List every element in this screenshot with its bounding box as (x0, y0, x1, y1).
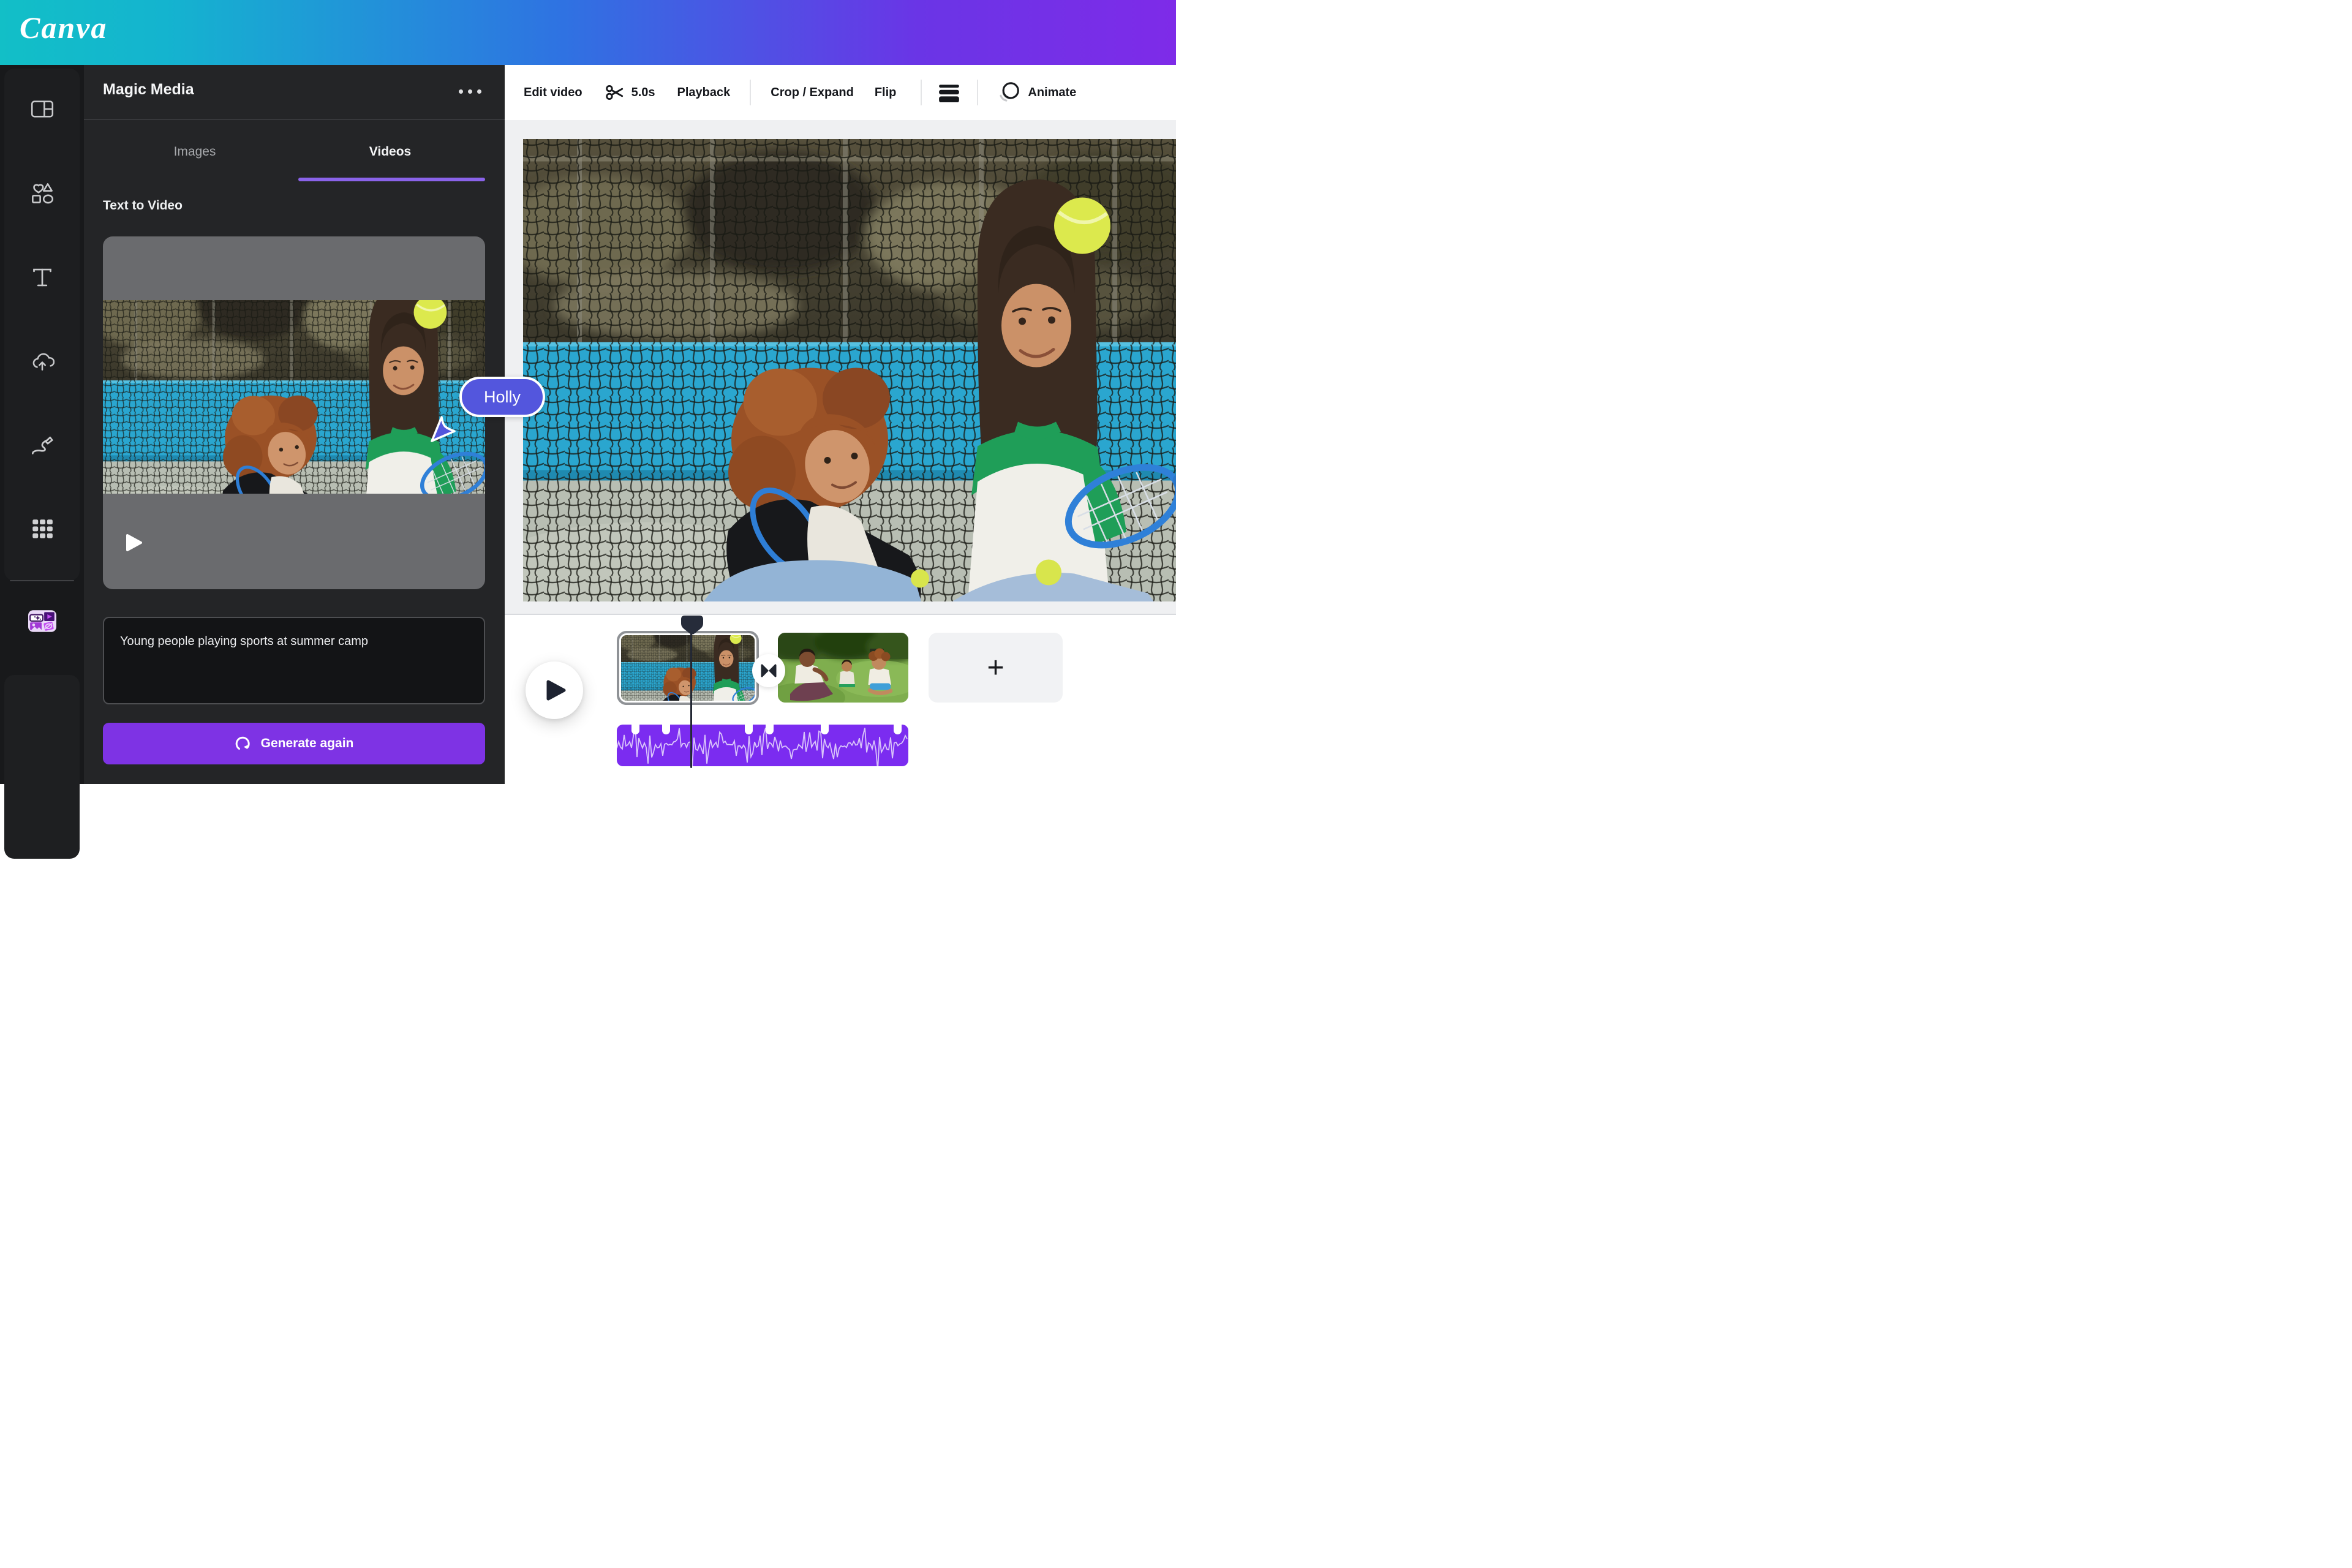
sidebar (0, 65, 84, 859)
timeline-clip-selected[interactable] (617, 631, 759, 705)
audio-waveform-path (617, 725, 908, 766)
elements-icon (31, 183, 53, 204)
timeline-play-button[interactable] (526, 662, 583, 719)
refresh-icon (235, 736, 250, 750)
sidebar-item-uploads[interactable] (0, 352, 84, 372)
editor-toolbar: Edit video 5.0s Playback Crop / Expand F… (505, 65, 1176, 120)
sidebar-item-elements[interactable] (0, 183, 84, 205)
more-options-icon[interactable] (459, 89, 481, 94)
timeline-clip[interactable] (778, 633, 908, 703)
generate-again-label: Generate again (260, 736, 354, 750)
prompt-input[interactable]: Young people playing sports at summer ca… (103, 617, 485, 704)
crop-expand-button[interactable]: Crop / Expand (771, 86, 854, 100)
magic-media-panel: Magic Media Images Videos Text to Video … (84, 65, 505, 784)
add-clip-button[interactable]: + (929, 633, 1063, 703)
edit-video-button[interactable]: Edit video (524, 86, 582, 100)
text-icon (32, 268, 51, 287)
timeline: + (505, 615, 1176, 784)
magic-media-app-icon (28, 610, 56, 632)
position-button[interactable] (938, 83, 961, 102)
design-icon (31, 100, 53, 118)
canvas-area (505, 120, 1176, 615)
arrange-bars-icon (939, 85, 960, 102)
canva-logo[interactable]: Canva (20, 10, 107, 45)
sidebar-item-magic-media[interactable] (0, 610, 84, 632)
toolbar-divider (977, 80, 979, 105)
apps-grid-icon (32, 519, 53, 538)
sidebar-bottom-group (4, 675, 80, 859)
audio-gap-marker (766, 723, 774, 734)
clip-duration-label: 5.0s (631, 85, 655, 99)
playhead-pin[interactable] (680, 615, 704, 640)
draw-icon (31, 436, 53, 454)
sidebar-item-design[interactable] (0, 99, 84, 119)
sidebar-item-apps[interactable] (0, 518, 84, 540)
generate-again-button[interactable]: Generate again (103, 723, 485, 764)
generated-video-preview[interactable] (103, 236, 485, 589)
clip-thumbnail (621, 635, 755, 701)
panel-tabs: Images Videos (84, 121, 505, 190)
sidebar-divider (10, 580, 74, 581)
section-title: Text to Video (103, 198, 183, 213)
trim-duration-button[interactable]: 5.0s (605, 83, 655, 102)
playhead-line[interactable] (690, 631, 692, 768)
upload-cloud-icon (32, 353, 55, 371)
scissors-icon (605, 85, 623, 100)
animate-button[interactable]: Animate (995, 82, 1076, 103)
audio-gap-marker (662, 723, 670, 734)
audio-track[interactable] (617, 723, 908, 766)
canva-video-editor: Canva Magic Media Images Videos Text to … (0, 0, 1176, 859)
panel-title: Magic Media (103, 81, 194, 98)
animate-icon (1000, 82, 1020, 102)
sidebar-icon-group (4, 69, 80, 581)
top-brand-bar: Canva (0, 0, 1176, 65)
audio-gap-marker (745, 723, 753, 734)
playback-button[interactable]: Playback (677, 86, 731, 100)
add-clip-label: + (987, 651, 1005, 684)
audio-gap-marker (631, 723, 639, 734)
audio-gap-marker (821, 723, 829, 734)
toolbar-divider (750, 80, 752, 105)
video-page-on-canvas[interactable] (523, 139, 1176, 601)
flip-button[interactable]: Flip (875, 86, 897, 100)
tab-videos[interactable]: Videos (369, 145, 411, 159)
play-icon (546, 680, 566, 701)
sidebar-item-text[interactable] (0, 267, 84, 288)
active-tab-underline (298, 178, 485, 181)
panel-header: Magic Media (84, 65, 505, 120)
transition-button[interactable] (752, 654, 785, 687)
animate-label: Animate (1028, 85, 1077, 99)
video-preview-frame (103, 300, 485, 494)
audio-gap-marker (894, 723, 902, 734)
transition-bowtie-icon (761, 664, 777, 677)
toolbar-divider (921, 80, 922, 105)
sidebar-item-draw[interactable] (0, 435, 84, 456)
tab-images[interactable]: Images (174, 145, 216, 159)
preview-play-icon[interactable] (126, 533, 142, 555)
